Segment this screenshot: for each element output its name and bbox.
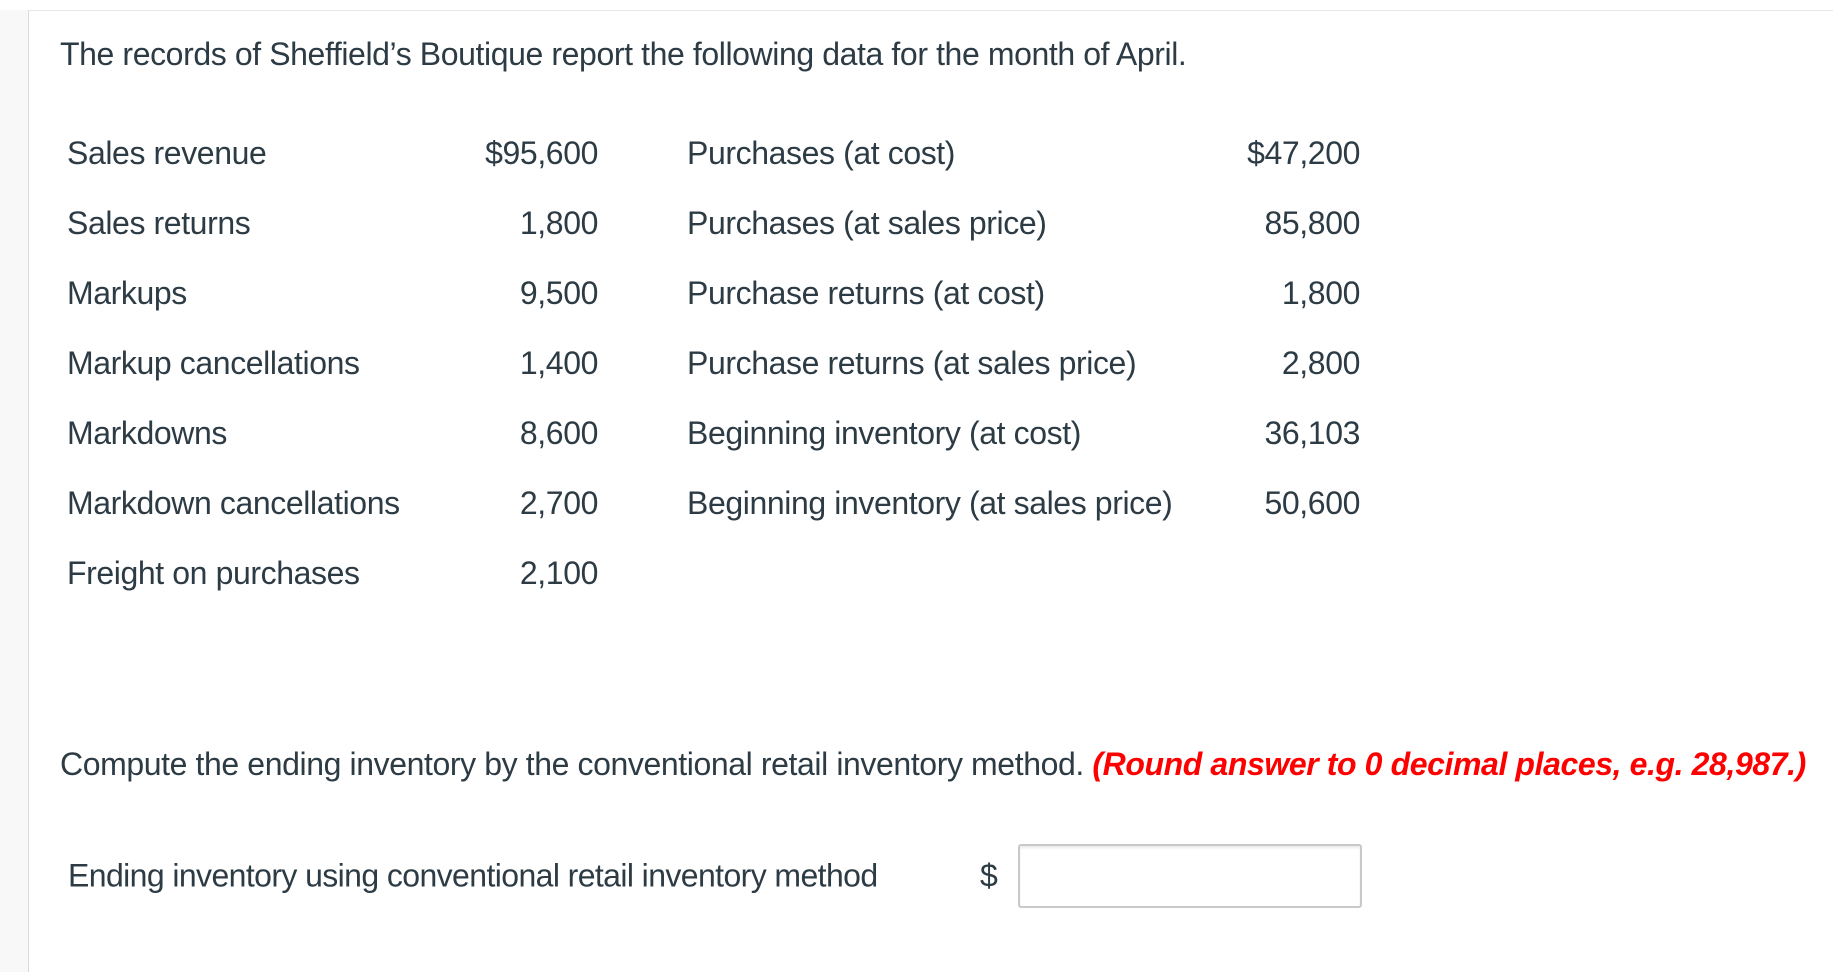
row-label-left: Markups xyxy=(67,274,187,311)
row-label-left: Markdowns xyxy=(67,414,228,451)
row-label-left: Freight on purchases xyxy=(67,554,360,591)
row-value-left: 9,500 xyxy=(519,274,598,311)
row-label-right: Purchases (at sales price) xyxy=(687,204,1047,241)
row-label-left: Markdown cancellations xyxy=(67,484,400,521)
left-gutter xyxy=(0,10,29,972)
column-gap xyxy=(598,538,687,608)
row-label-right: Purchase returns (at cost) xyxy=(687,274,1045,311)
row-label-left: Sales returns xyxy=(67,204,251,241)
column-gap xyxy=(598,468,687,538)
column-gap xyxy=(598,188,687,258)
row-value-right: 1,800 xyxy=(1281,274,1360,311)
row-value-left: $95,600 xyxy=(485,134,598,171)
row-label-right: Purchases (at cost) xyxy=(687,134,956,171)
row-value-right xyxy=(1160,538,1360,608)
row-value-left: 2,100 xyxy=(519,554,598,591)
april-data-table: Sales revenue $95,600 Purchases (at cost… xyxy=(67,118,1360,608)
column-gap xyxy=(598,258,687,328)
problem-statement: The records of Sheffield’s Boutique repo… xyxy=(60,36,1187,72)
row-value-right: 85,800 xyxy=(1264,204,1361,241)
row-value-right: 50,600 xyxy=(1264,484,1361,521)
column-gap xyxy=(598,398,687,468)
row-label-right: Beginning inventory (at cost) xyxy=(687,414,1081,451)
currency-symbol: $ xyxy=(980,857,998,894)
answer-label: Ending inventory using conventional reta… xyxy=(68,857,878,894)
column-gap xyxy=(598,328,687,398)
row-label-left: Sales revenue xyxy=(67,134,267,171)
row-label-right xyxy=(687,538,1160,608)
row-value-right: $47,200 xyxy=(1247,134,1360,171)
row-value-right: 36,103 xyxy=(1264,414,1361,451)
row-value-left: 2,700 xyxy=(519,484,598,521)
answer-row: Ending inventory using conventional reta… xyxy=(68,844,1768,908)
column-gap xyxy=(598,118,687,188)
rounding-note: (Round answer to 0 decimal places, e.g. … xyxy=(1092,746,1806,782)
row-label-right: Purchase returns (at sales price) xyxy=(687,344,1137,381)
row-label-right: Beginning inventory (at sales price) xyxy=(687,484,1173,521)
panel-top-border xyxy=(29,10,1833,11)
row-value-right: 2,800 xyxy=(1281,344,1360,381)
task-instruction-text: Compute the ending inventory by the conv… xyxy=(60,746,1093,782)
row-value-left: 1,400 xyxy=(519,344,598,381)
row-value-left: 8,600 xyxy=(519,414,598,451)
row-label-left: Markup cancellations xyxy=(67,344,360,381)
task-instruction: Compute the ending inventory by the conv… xyxy=(60,745,1806,783)
ending-inventory-input[interactable] xyxy=(1018,844,1362,908)
row-value-left: 1,800 xyxy=(519,204,598,241)
